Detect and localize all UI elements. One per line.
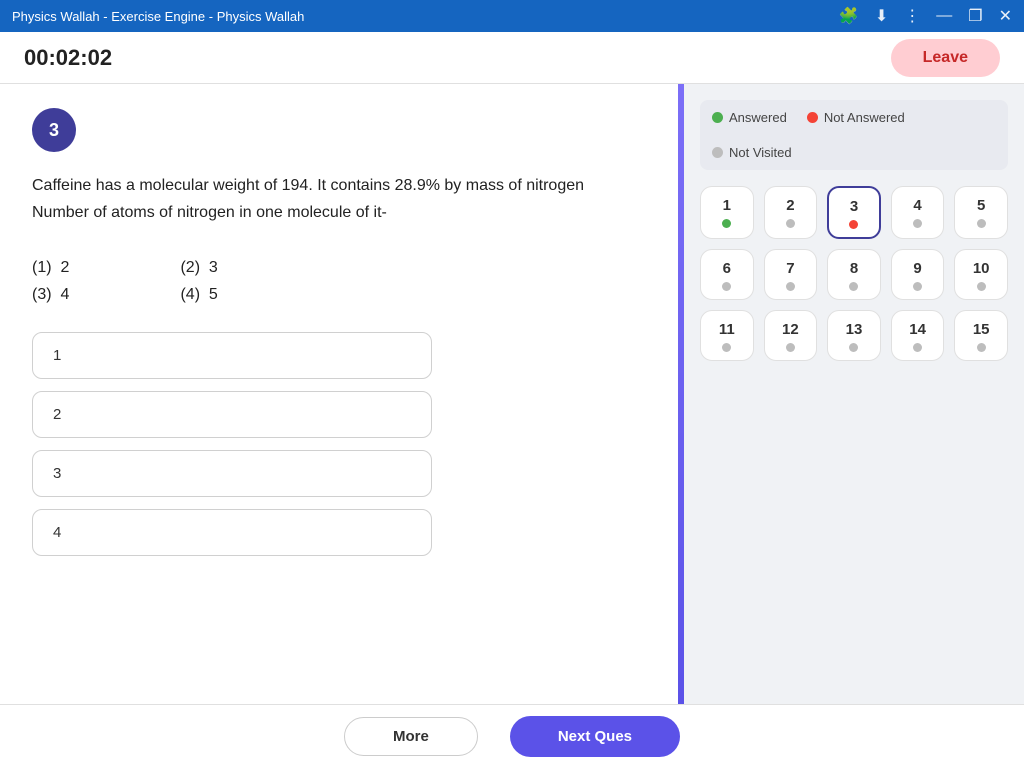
question-grid-item-7[interactable]: 7 xyxy=(764,249,818,300)
download-icon[interactable]: ⬇ xyxy=(875,6,888,26)
option-2[interactable]: 2 xyxy=(32,391,432,438)
not-answered-label: Not Answered xyxy=(824,110,905,125)
left-panel: 3 Caffeine has a molecular weight of 194… xyxy=(0,84,678,704)
menu-icon[interactable]: ⋮ xyxy=(904,6,920,26)
legend-not-visited: Not Visited xyxy=(712,145,792,160)
grid-status-dot xyxy=(849,220,858,229)
grid-status-dot xyxy=(849,343,858,352)
not-answered-dot xyxy=(807,112,818,123)
grid-question-number: 10 xyxy=(973,260,990,277)
not-visited-dot xyxy=(712,147,723,158)
puzzle-icon[interactable]: 🧩 xyxy=(839,6,859,26)
window-controls: 🧩 ⬇ ⋮ — ❐ ✕ xyxy=(839,6,1012,26)
question-grid-item-14[interactable]: 14 xyxy=(891,310,945,361)
grid-status-dot xyxy=(913,282,922,291)
grid-status-dot xyxy=(722,219,731,228)
more-button[interactable]: More xyxy=(344,717,478,756)
answered-label: Answered xyxy=(729,110,787,125)
grid-question-number: 9 xyxy=(913,260,921,277)
grid-status-dot xyxy=(977,219,986,228)
minimize-icon[interactable]: — xyxy=(936,7,952,25)
legend-not-answered: Not Answered xyxy=(807,110,905,125)
legend-answered: Answered xyxy=(712,110,787,125)
option-1[interactable]: 1 xyxy=(32,332,432,379)
grid-question-number: 8 xyxy=(850,260,858,277)
grid-question-number: 12 xyxy=(782,321,799,338)
option-3[interactable]: 3 xyxy=(32,450,432,497)
grid-question-number: 4 xyxy=(913,197,921,214)
grid-question-number: 7 xyxy=(786,260,794,277)
options-list: 1 2 3 4 xyxy=(32,332,432,556)
grid-question-number: 6 xyxy=(723,260,731,277)
question-grid-item-5[interactable]: 5 xyxy=(954,186,1008,239)
top-bar: 00:02:02 Leave xyxy=(0,32,1024,84)
question-grid-item-10[interactable]: 10 xyxy=(954,249,1008,300)
not-visited-label: Not Visited xyxy=(729,145,792,160)
close-icon[interactable]: ✕ xyxy=(999,6,1012,26)
grid-status-dot xyxy=(722,282,731,291)
maximize-icon[interactable]: ❐ xyxy=(968,6,982,26)
grid-question-number: 13 xyxy=(846,321,863,338)
grid-question-number: 14 xyxy=(909,321,926,338)
grid-status-dot xyxy=(849,282,858,291)
option-4[interactable]: 4 xyxy=(32,509,432,556)
next-question-button[interactable]: Next Ques xyxy=(510,716,680,757)
question-grid-item-11[interactable]: 11 xyxy=(700,310,754,361)
question-grid-item-2[interactable]: 2 xyxy=(764,186,818,239)
grid-status-dot xyxy=(786,282,795,291)
title-bar: Physics Wallah - Exercise Engine - Physi… xyxy=(0,0,1024,32)
question-grid-item-15[interactable]: 15 xyxy=(954,310,1008,361)
grid-question-number: 11 xyxy=(719,321,735,338)
question-number-badge: 3 xyxy=(32,108,76,152)
right-panel: Answered Not Answered Not Visited 123456… xyxy=(684,84,1024,704)
grid-question-number: 15 xyxy=(973,321,990,338)
legend: Answered Not Answered Not Visited xyxy=(700,100,1008,170)
grid-question-number: 3 xyxy=(850,198,858,215)
grid-status-dot xyxy=(913,343,922,352)
grid-question-number: 1 xyxy=(723,197,731,214)
grid-status-dot xyxy=(977,343,986,352)
question-grid-item-1[interactable]: 1 xyxy=(700,186,754,239)
leave-button[interactable]: Leave xyxy=(891,39,1000,77)
question-grid-item-8[interactable]: 8 xyxy=(827,249,881,300)
question-grid-item-12[interactable]: 12 xyxy=(764,310,818,361)
question-grid-item-13[interactable]: 13 xyxy=(827,310,881,361)
answered-dot xyxy=(712,112,723,123)
question-text: Caffeine has a molecular weight of 194. … xyxy=(32,172,592,308)
bottom-bar: More Next Ques xyxy=(0,704,1024,768)
grid-question-number: 5 xyxy=(977,197,985,214)
question-grid-item-3[interactable]: 3 xyxy=(827,186,881,239)
grid-status-dot xyxy=(977,282,986,291)
question-grid: 123456789101112131415 xyxy=(700,186,1008,361)
question-grid-item-9[interactable]: 9 xyxy=(891,249,945,300)
timer-display: 00:02:02 xyxy=(24,45,112,71)
grid-status-dot xyxy=(786,219,795,228)
grid-status-dot xyxy=(913,219,922,228)
grid-status-dot xyxy=(722,343,731,352)
grid-status-dot xyxy=(786,343,795,352)
question-grid-item-4[interactable]: 4 xyxy=(891,186,945,239)
main-layout: 3 Caffeine has a molecular weight of 194… xyxy=(0,84,1024,704)
question-grid-item-6[interactable]: 6 xyxy=(700,249,754,300)
grid-question-number: 2 xyxy=(786,197,794,214)
app-title: Physics Wallah - Exercise Engine - Physi… xyxy=(12,9,304,24)
